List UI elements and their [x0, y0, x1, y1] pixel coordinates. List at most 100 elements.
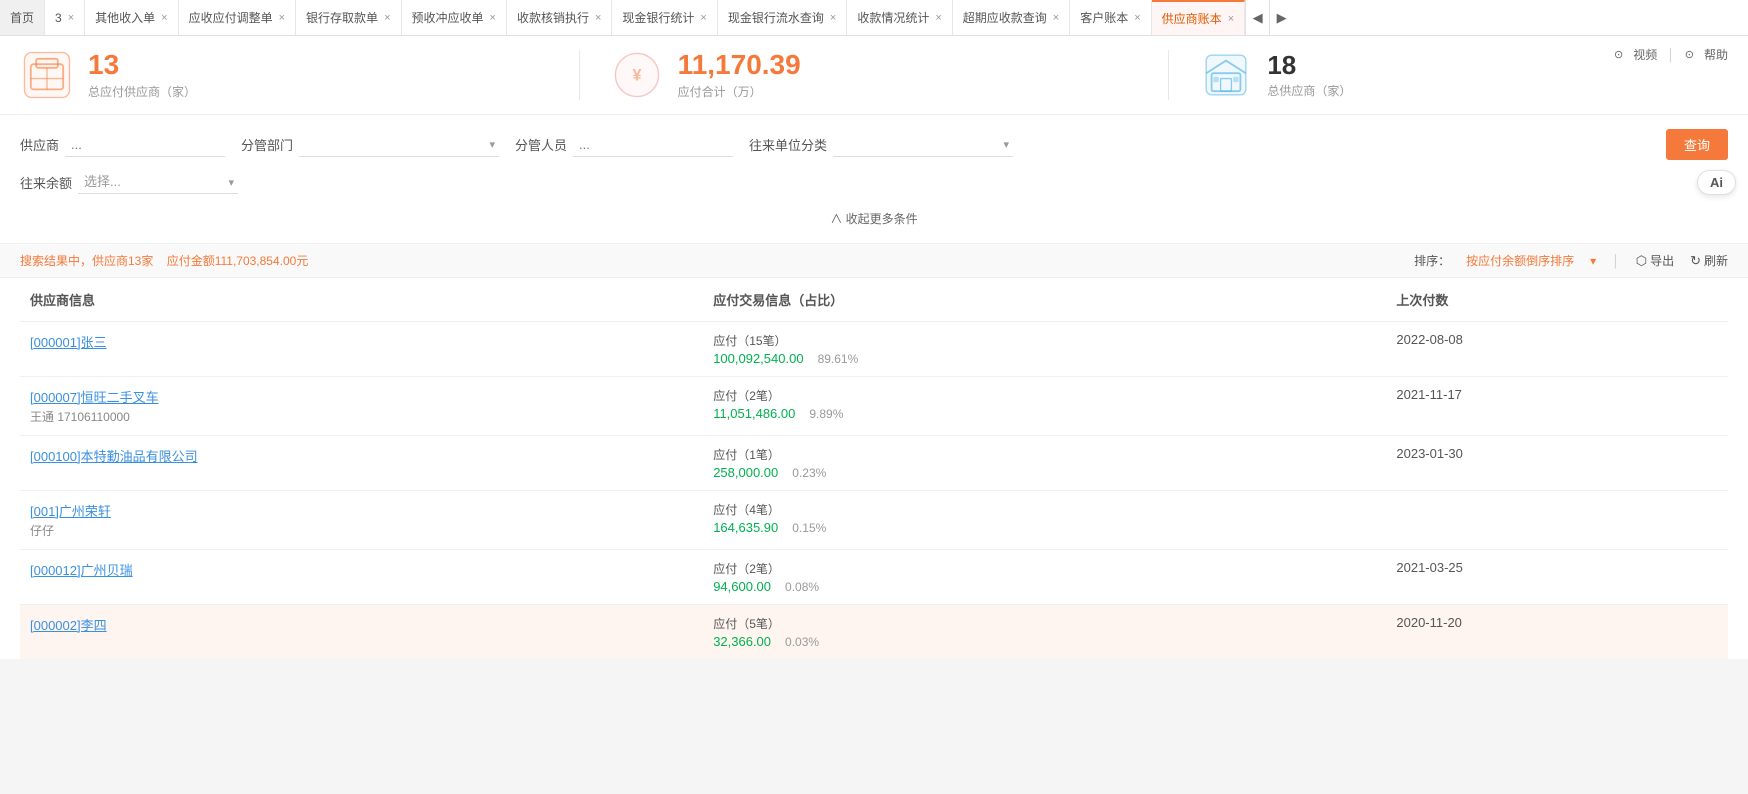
supplier-link[interactable]: [001]广州荣轩 — [30, 504, 111, 519]
nav-tab-collection-label: 收款核销执行 — [517, 9, 589, 26]
tx-amount[interactable]: 164,635.90 — [713, 520, 778, 535]
last-pay-date: 2021-03-25 — [1396, 560, 1463, 575]
tx-pct: 0.23% — [792, 466, 826, 480]
nav-tab-other-income-label: 其他收入单 — [95, 9, 155, 26]
sort-value[interactable]: 按应付余额倒序排序 — [1466, 252, 1574, 269]
chevron-down-icon-sort[interactable]: ▾ — [1590, 254, 1596, 268]
supplier-filter-input[interactable] — [65, 133, 225, 157]
tx-cell: 应付（5笔）32,366.000.03% — [703, 605, 1386, 660]
nav-tab-other-income[interactable]: 其他收入单 × — [85, 0, 178, 36]
dept-filter-select[interactable] — [299, 133, 499, 157]
result-info: 搜索结果中，供应商13家 应付金额111,703,854.00元 — [20, 252, 308, 269]
person-filter-label: 分管人员 — [515, 135, 567, 154]
supplier-link[interactable]: [000001]张三 — [30, 335, 107, 350]
last-pay-cell: 2022-08-08 — [1386, 322, 1728, 377]
close-icon[interactable]: × — [490, 12, 496, 24]
last-pay-date: 2023-01-30 — [1396, 446, 1463, 461]
filter-item-category: 往来单位分类 ▾ — [749, 133, 1013, 157]
last-pay-cell: 2021-03-25 — [1386, 550, 1728, 605]
collapse-bar[interactable]: ∧ 收起更多条件 — [20, 204, 1728, 237]
nav-tab-overdue[interactable]: 超期应收款查询 × — [953, 0, 1070, 36]
tx-label: 应付（2笔） — [713, 387, 1376, 404]
filter-item-dept: 分管部门 ▾ — [241, 133, 499, 157]
last-pay-cell — [1386, 491, 1728, 550]
balance-filter-select[interactable]: 选择... — [78, 170, 238, 194]
last-pay-date: 2020-11-20 — [1396, 615, 1462, 630]
query-button[interactable]: 查询 — [1666, 129, 1728, 160]
filter-row-2: 往来余额 选择... ▾ — [20, 170, 1728, 194]
supplier-link[interactable]: [000100]本特勤油品有限公司 — [30, 449, 198, 464]
refresh-button[interactable]: ↻ 刷新 — [1690, 252, 1728, 269]
tx-cell: 应付（2笔）11,051,486.009.89% — [703, 377, 1386, 436]
close-icon[interactable]: × — [279, 12, 285, 24]
circle-icon-2: ⊙ — [1685, 48, 1694, 61]
video-link[interactable]: 视频 — [1633, 46, 1657, 63]
last-pay-date: 2021-11-17 — [1396, 387, 1462, 402]
close-icon[interactable]: × — [700, 12, 706, 24]
tx-amount[interactable]: 94,600.00 — [713, 579, 771, 594]
filter-row-1: 供应商 分管部门 ▾ 分管人员 往来单位分类 ▾ — [20, 129, 1728, 160]
th-last-pay: 上次付数 — [1386, 278, 1728, 322]
close-icon[interactable]: × — [161, 12, 167, 24]
supplier-filter-label: 供应商 — [20, 135, 59, 154]
table-header: 供应商信息 应付交易信息（占比） 上次付数 — [20, 278, 1728, 322]
category-filter-select[interactable] — [833, 133, 1013, 157]
nav-tab-cash-bank-stats[interactable]: 现金银行统计 × — [612, 0, 717, 36]
amount-icon: ¥ — [610, 48, 664, 102]
supplier-link[interactable]: [000002]李四 — [30, 618, 107, 633]
dept-select-wrap: ▾ — [299, 133, 499, 157]
supplier-link[interactable]: [000012]广州贝瑞 — [30, 563, 133, 578]
table-row: [000100]本特勤油品有限公司应付（1笔）258,000.000.23%20… — [20, 436, 1728, 491]
export-icon: ⬡ — [1636, 253, 1647, 269]
tx-cell: 应付（15笔）100,092,540.0089.61% — [703, 322, 1386, 377]
nav-arrow-left[interactable]: ◀ — [1245, 0, 1269, 36]
close-icon[interactable]: × — [1228, 13, 1234, 25]
nav-tab-prepay[interactable]: 预收冲应收单 × — [402, 0, 507, 36]
filter-item-supplier: 供应商 — [20, 133, 225, 157]
tx-amount[interactable]: 100,092,540.00 — [713, 351, 803, 366]
nav-tab-home[interactable]: 首页 — [0, 0, 45, 36]
stat-text-total-suppliers: 18 总供应商（家） — [1267, 52, 1351, 99]
stat-number-suppliers: 13 — [88, 51, 196, 79]
nav-tab-supplier-ledger[interactable]: 供应商账本 × — [1152, 0, 1245, 36]
nav-tab-collection[interactable]: 收款核销执行 × — [507, 0, 612, 36]
export-button[interactable]: ⬡ 导出 — [1636, 252, 1674, 269]
supplier-cell: [000100]本特勤油品有限公司 — [20, 436, 703, 491]
supplier-link[interactable]: [000007]恒旺二手叉车 — [30, 390, 159, 405]
tx-amount[interactable]: 11,051,486.00 — [713, 406, 795, 421]
nav-tab-customer-ledger[interactable]: 客户账本 × — [1070, 0, 1151, 36]
th-supplier-info: 供应商信息 — [20, 278, 703, 322]
close-icon[interactable]: × — [830, 12, 836, 24]
tx-amount[interactable]: 32,366.00 — [713, 634, 771, 649]
nav-tab-cash-flow[interactable]: 现金银行流水查询 × — [718, 0, 847, 36]
table-body: [000001]张三应付（15笔）100,092,540.0089.61%202… — [20, 322, 1728, 660]
chevron-up-icon: ∧ — [830, 212, 845, 226]
table-row: [001]广州荣轩仔仔应付（4笔）164,635.900.15% — [20, 491, 1728, 550]
tx-pct: 0.08% — [785, 580, 819, 594]
stat-text-amount: 11,170.39 应付合计（万） — [678, 51, 801, 100]
help-link[interactable]: 帮助 — [1704, 46, 1728, 63]
data-table-wrap: 供应商信息 应付交易信息（占比） 上次付数 [000001]张三 应付（15笔）1… — [0, 278, 1748, 659]
nav-tab-adjustments[interactable]: 应收应付调整单 × — [179, 0, 296, 36]
close-icon[interactable]: × — [935, 12, 941, 24]
table-row: [000002]李四应付（5笔）32,366.000.03%2020-11-20 — [20, 605, 1728, 660]
tx-label: 应付（2笔） — [713, 560, 1376, 577]
close-icon[interactable]: × — [595, 12, 601, 24]
close-icon[interactable]: × — [68, 12, 74, 24]
person-filter-input[interactable] — [573, 133, 733, 157]
ai-button[interactable]: Ai — [1697, 170, 1736, 195]
filter-item-person: 分管人员 — [515, 133, 733, 157]
tx-amount-row: 94,600.00 0.08% — [713, 577, 1376, 594]
tx-pct: 0.03% — [785, 635, 819, 649]
category-select-wrap: ▾ — [833, 133, 1013, 157]
tx-amount-row: 164,635.900.15% — [713, 518, 1376, 535]
close-icon[interactable]: × — [1134, 12, 1140, 24]
nav-arrow-right[interactable]: ▶ — [1269, 0, 1293, 36]
nav-tab-bank-deposits[interactable]: 银行存取款单 × — [296, 0, 401, 36]
nav-tab-3[interactable]: 3 × — [45, 0, 85, 36]
nav-tab-collection-stats[interactable]: 收款情况统计 × — [847, 0, 952, 36]
close-icon[interactable]: × — [1053, 12, 1059, 24]
refresh-label: 刷新 — [1704, 252, 1728, 269]
tx-amount[interactable]: 258,000.00 — [713, 465, 778, 480]
close-icon[interactable]: × — [384, 12, 390, 24]
